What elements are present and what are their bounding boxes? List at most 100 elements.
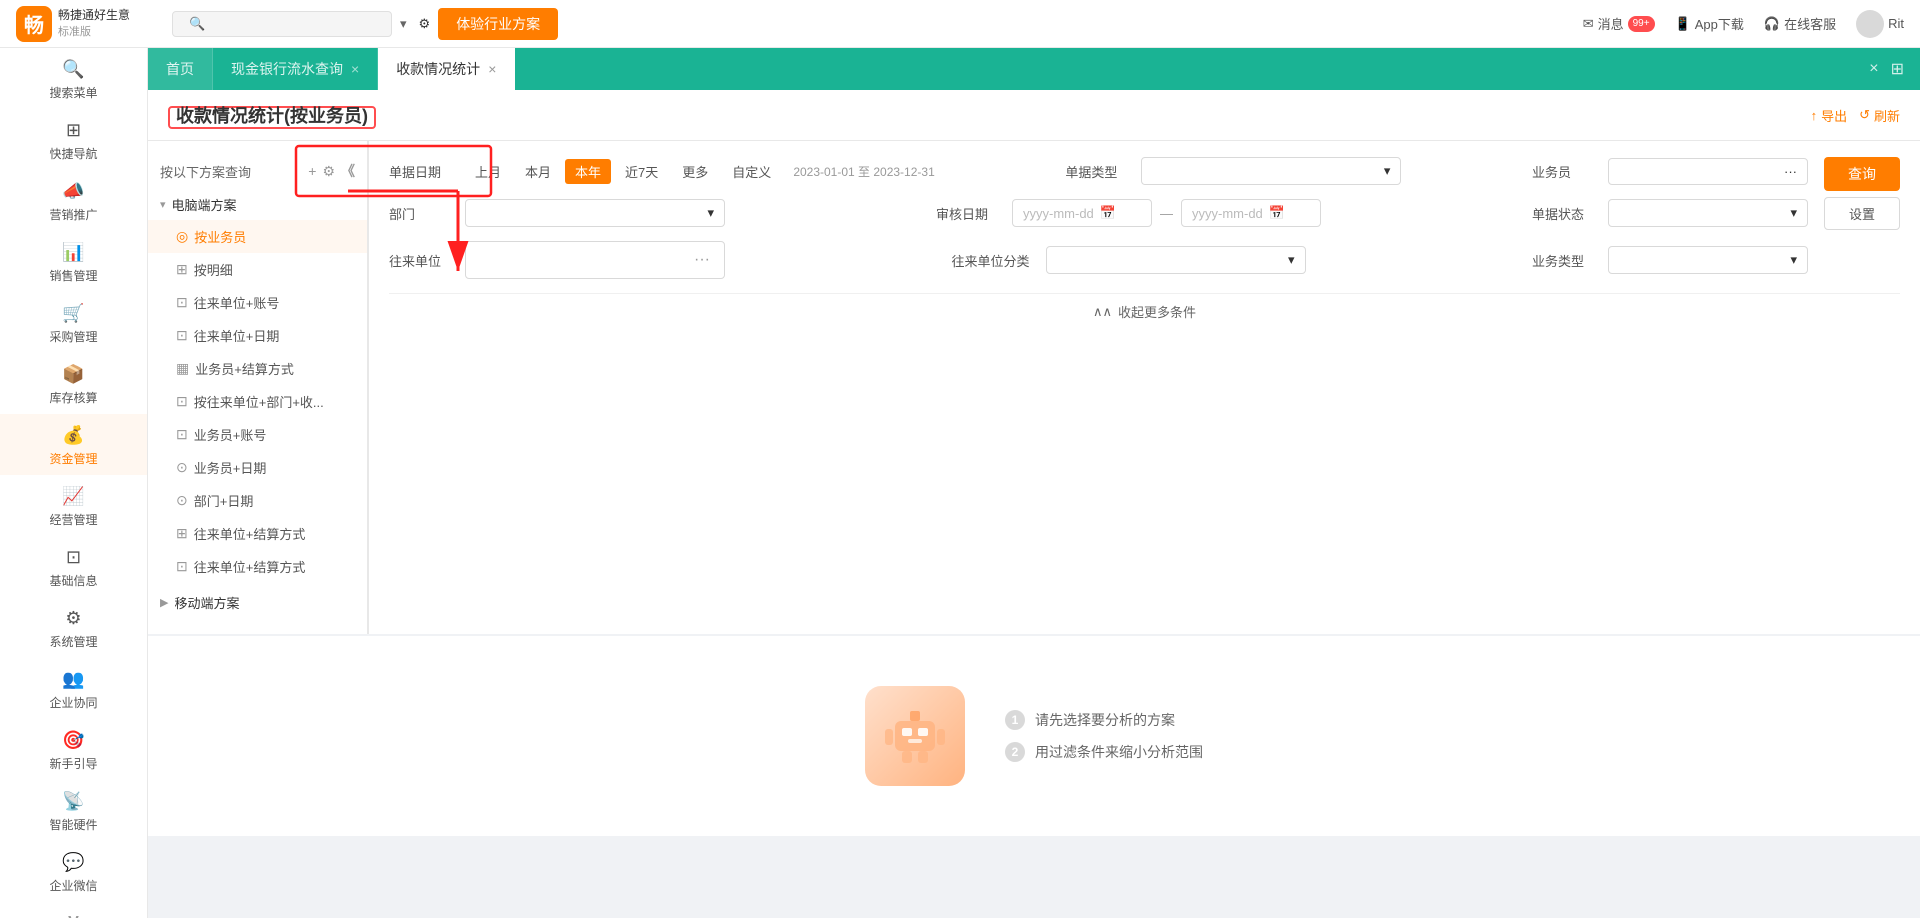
smart-hw-icon: 📡 (63, 790, 85, 812)
date-tab-last-month[interactable]: 上月 (465, 159, 511, 184)
schema-item-unit-date[interactable]: ⊡ 往来单位+日期 (148, 319, 367, 352)
date-separator: — (1160, 206, 1173, 221)
by-detail-label: 按明细 (194, 260, 233, 279)
schema-item-salesperson-date[interactable]: ⊙ 业务员+日期 (148, 451, 367, 484)
tab-bank-flow[interactable]: 现金银行流水查询 × (213, 48, 378, 90)
empty-step-2: 2 用过滤条件来缩小分析范围 (1005, 742, 1203, 762)
messages-btn[interactable]: ✉ 消息 99+ (1583, 14, 1655, 33)
filter-fields: 单据日期 上月 本月 本年 近7天 更多 自定义 2023-01-01 至 20… (389, 157, 1808, 293)
tab-receipt-stats[interactable]: 收款情况统计 × (378, 48, 515, 90)
step-num-2: 2 (1005, 742, 1025, 762)
tab-bar-maximize[interactable]: ⊞ (1887, 55, 1908, 83)
schema-settings-btn[interactable]: ⚙ (322, 161, 335, 181)
finance-icon: 💰 (63, 424, 85, 446)
sidebar-item-beginner[interactable]: 🎯 新手引导 (0, 719, 147, 780)
audit-date-from[interactable]: yyyy-mm-dd 📅 (1012, 199, 1152, 227)
sidebar-item-member[interactable]: V 畅会员 (0, 902, 147, 918)
setting-btn[interactable]: 设置 (1824, 197, 1900, 230)
schema-add-btn[interactable]: + (308, 161, 316, 181)
tab-bank-flow-label: 现金银行流水查询 (231, 59, 343, 79)
sidebar-item-enterprise-wechat[interactable]: 💬 企业微信 (0, 841, 147, 902)
schema-group-desktop-title[interactable]: ▾ 电脑端方案 (148, 189, 367, 220)
sidebar-label-operations: 经营管理 (49, 511, 97, 528)
empty-state: 1 请先选择要分析的方案 2 用过滤条件来缩小分析范围 (148, 636, 1920, 836)
refresh-icon: ↺ (1859, 107, 1870, 123)
sidebar-label-enterprise-wechat: 企业微信 (49, 877, 97, 894)
unit-settle1-label: 往来单位+结算方式 (194, 524, 306, 543)
tab-bar-close-all[interactable]: × (1865, 56, 1882, 82)
counterpart-ellipsis-btn[interactable]: ··· (690, 247, 714, 273)
sidebar-item-system[interactable]: ⚙ 系统管理 (0, 597, 147, 658)
date-tab-custom[interactable]: 自定义 (722, 159, 781, 184)
counterpart-category-label: 往来单位分类 (952, 251, 1030, 270)
tab-bank-flow-close[interactable]: × (351, 61, 359, 77)
unit-date-label: 往来单位+日期 (194, 326, 280, 345)
schema-item-unit-dept-receive[interactable]: ⊡ 按往来单位+部门+收... (148, 385, 367, 418)
sidebar-item-enterprise[interactable]: 👥 企业协同 (0, 658, 147, 719)
date-tab-more[interactable]: 更多 (672, 159, 718, 184)
sidebar-item-sales[interactable]: 📊 销售管理 (0, 231, 147, 292)
sidebar-label-enterprise: 企业协同 (49, 694, 97, 711)
try-industry-btn[interactable]: 体验行业方案 (438, 8, 558, 40)
schema-item-salesperson-settle[interactable]: ▦ 业务员+结算方式 (148, 352, 367, 385)
salesperson-settle-icon: ▦ (176, 360, 189, 377)
schema-item-dept-date[interactable]: ⊙ 部门+日期 (148, 484, 367, 517)
enterprise-wechat-icon: 💬 (63, 851, 85, 873)
logo-text: 畅捷通好生意 (58, 8, 130, 24)
counterpart-category-dropdown-arrow: ▾ (1288, 252, 1295, 268)
nav-dropdown-btn[interactable]: ▾ (400, 16, 407, 32)
schema-item-salesperson-account[interactable]: ⊡ 业务员+账号 (148, 418, 367, 451)
schema-item-unit-settle2[interactable]: ⊡ 往来单位+结算方式 (148, 550, 367, 583)
sidebar-item-operations[interactable]: 📈 经营管理 (0, 475, 147, 536)
salesperson-select[interactable]: ··· (1608, 158, 1808, 185)
sidebar-item-marketing[interactable]: 📣 营销推广 (0, 170, 147, 231)
counterpart-select[interactable]: ··· (465, 241, 725, 279)
sidebar-item-inventory[interactable]: 📦 库存核算 (0, 353, 147, 414)
doc-type-label: 单据类型 (1065, 162, 1125, 181)
dept-select[interactable]: ▾ (465, 199, 725, 227)
schema-header: 按以下方案查询 + ⚙ 《 (148, 153, 367, 189)
query-btn[interactable]: 查询 (1824, 157, 1900, 191)
counterpart-label: 往来单位 (389, 251, 449, 270)
tab-home[interactable]: 首页 (148, 48, 213, 90)
empty-text: 1 请先选择要分析的方案 2 用过滤条件来缩小分析范围 (1005, 710, 1203, 762)
online-service-btn[interactable]: 🎧 在线客服 (1764, 14, 1836, 33)
tab-receipt-stats-close[interactable]: × (488, 61, 496, 77)
header-search-bar[interactable]: 🔍 (172, 11, 392, 37)
biz-type-select[interactable]: ▾ (1608, 246, 1808, 274)
date-tab-this-month[interactable]: 本月 (515, 159, 561, 184)
doc-type-dropdown-arrow: ▾ (1384, 163, 1391, 179)
unit-date-icon: ⊡ (176, 327, 188, 344)
doc-status-select[interactable]: ▾ (1608, 199, 1808, 227)
sidebar-item-quick-nav[interactable]: ⊞ 快捷导航 (0, 109, 147, 170)
step-num-1: 1 (1005, 710, 1025, 730)
schema-group-mobile-title[interactable]: ▶ 移动端方案 (148, 587, 367, 618)
audit-date-from-text: yyyy-mm-dd (1023, 206, 1094, 221)
gear-settings-btn[interactable]: ⚙ (419, 16, 431, 32)
collapse-icon: ∧∧ (1093, 304, 1112, 320)
sidebar-item-finance[interactable]: 💰 资金管理 (0, 414, 147, 475)
collapse-bar[interactable]: ∧∧ 收起更多条件 (389, 293, 1900, 329)
counterpart-category-select[interactable]: ▾ (1046, 246, 1306, 274)
empty-step2-text: 用过滤条件来缩小分析范围 (1035, 742, 1203, 762)
message-icon: ✉ (1583, 16, 1594, 32)
schema-item-unit-account[interactable]: ⊡ 往来单位+账号 (148, 286, 367, 319)
doc-type-select[interactable]: ▾ (1141, 157, 1401, 185)
by-detail-icon: ⊞ (176, 261, 188, 278)
schema-item-unit-settle1[interactable]: ⊞ 往来单位+结算方式 (148, 517, 367, 550)
export-btn[interactable]: ↑ 导出 (1811, 106, 1848, 125)
sidebar-item-search-menu[interactable]: 🔍 搜索菜单 (0, 48, 147, 109)
app-download-btn[interactable]: 📱 App下载 (1675, 14, 1744, 33)
phone-icon: 📱 (1675, 16, 1691, 32)
schema-collapse-btn[interactable]: 《 (341, 161, 355, 181)
audit-date-to[interactable]: yyyy-mm-dd 📅 (1181, 199, 1321, 227)
schema-item-by-detail[interactable]: ⊞ 按明细 (148, 253, 367, 286)
sidebar-item-purchase[interactable]: 🛒 采购管理 (0, 292, 147, 353)
date-tab-this-year[interactable]: 本年 (565, 159, 611, 184)
user-area[interactable]: Rit (1856, 10, 1904, 38)
sidebar-item-basic-info[interactable]: ⊡ 基础信息 (0, 536, 147, 597)
schema-item-by-salesperson[interactable]: ◎ 按业务员 (148, 220, 367, 253)
refresh-btn[interactable]: ↺ 刷新 (1859, 106, 1900, 125)
sidebar-item-smart-hw[interactable]: 📡 智能硬件 (0, 780, 147, 841)
date-tab-last-7[interactable]: 近7天 (615, 159, 668, 184)
